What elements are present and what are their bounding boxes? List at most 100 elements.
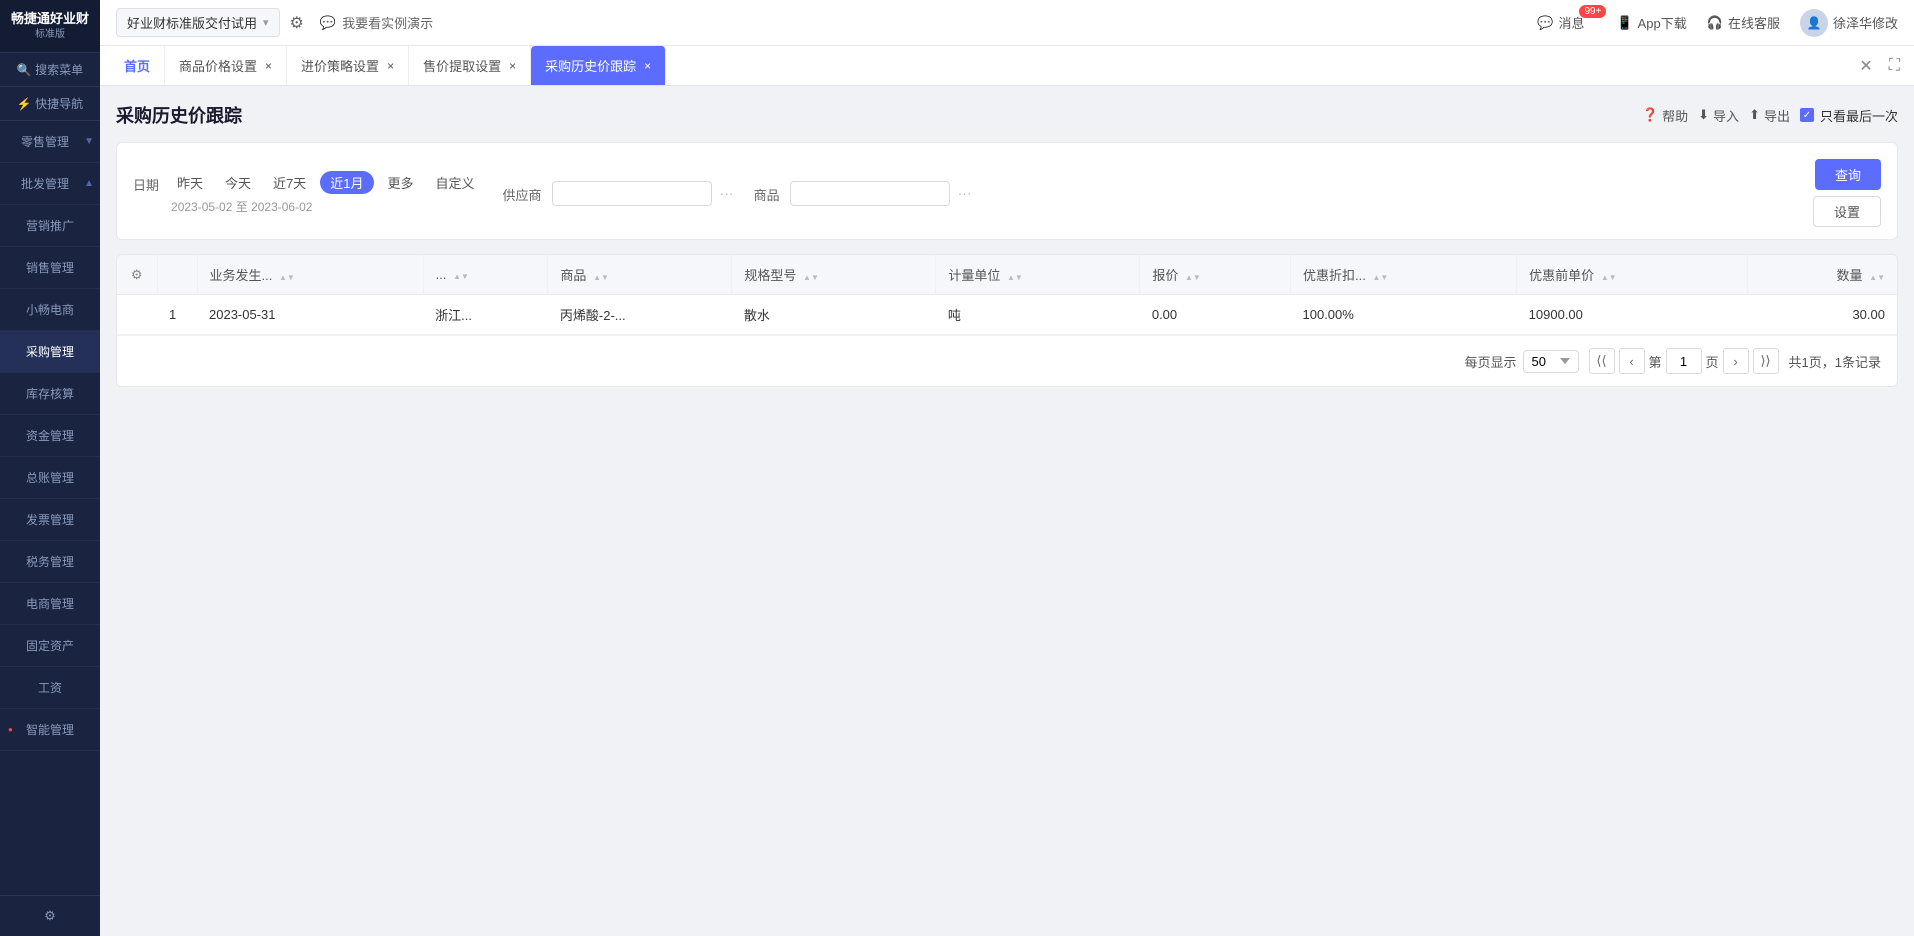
sidebar-item-sales[interactable]: 销售管理	[0, 247, 100, 289]
cell-no: 1	[157, 295, 197, 335]
supplier-more-icon[interactable]: ···	[720, 185, 734, 201]
content-area: 采购历史价跟踪 ❓ 帮助 ⬇ 导入 ⬆ 导出 ✓ 只看最后一次	[100, 86, 1914, 936]
online-service-button[interactable]: 🎧 在线客服	[1707, 13, 1780, 32]
th-discount[interactable]: 优惠折扣... ▲▼	[1291, 255, 1517, 295]
settings-button[interactable]: 设置	[1813, 196, 1881, 227]
filter-supplier-group: 供应商 ···	[503, 181, 734, 206]
th-unit[interactable]: 计量单位 ▲▼	[936, 255, 1140, 295]
sidebar-item-capital[interactable]: 资金管理	[0, 415, 100, 457]
date-btn-7days[interactable]: 近7天	[265, 171, 314, 194]
checkbox-icon: ✓	[1800, 108, 1814, 122]
date-btn-1month[interactable]: 近1月	[320, 171, 373, 194]
sidebar-item-inventory[interactable]: 库存核算	[0, 373, 100, 415]
sidebar-item-tax[interactable]: 税务管理	[0, 541, 100, 583]
th-no	[157, 255, 197, 295]
sidebar-item-invoice[interactable]: 发票管理	[0, 499, 100, 541]
close-icon[interactable]: ×	[509, 59, 516, 73]
last-page-button[interactable]: ⟩⟩	[1753, 348, 1779, 374]
sidebar-salary-label: 工资	[6, 679, 94, 696]
online-service-label: 在线客服	[1728, 13, 1780, 32]
sidebar-item-purchase[interactable]: 采购管理	[0, 331, 100, 373]
query-button[interactable]: 查询	[1815, 159, 1881, 190]
th-spec-label: 规格型号	[744, 268, 796, 283]
close-icon[interactable]: ×	[387, 59, 394, 73]
sidebar-settings-button[interactable]: ⚙	[0, 895, 100, 936]
message-button[interactable]: 💬 消息 99+	[1537, 13, 1596, 32]
th-quote[interactable]: 报价 ▲▼	[1140, 255, 1291, 295]
import-button[interactable]: ⬇ 导入	[1698, 106, 1739, 125]
phone-icon: 📱	[1616, 15, 1632, 31]
only-last-checkbox[interactable]: ✓ 只看最后一次	[1800, 106, 1898, 125]
sidebar-item-ecommerce-small[interactable]: 小畅电商	[0, 289, 100, 331]
user-menu[interactable]: 👤 徐泽华修改	[1800, 9, 1898, 37]
th-qty-label: 数量	[1837, 268, 1863, 283]
topbar-settings-icon[interactable]: ⚙	[290, 13, 304, 33]
sidebar-item-retail[interactable]: 零售管理 ▼	[0, 121, 100, 163]
th-qty[interactable]: 数量 ▲▼	[1747, 255, 1897, 295]
sidebar-item-assets[interactable]: 固定资产	[0, 625, 100, 667]
close-all-icon[interactable]: ✕	[1855, 52, 1876, 80]
date-btn-more[interactable]: 更多	[380, 171, 422, 194]
sort-icon: ▲▼	[593, 273, 609, 282]
tab-history[interactable]: 采购历史价跟踪 ×	[531, 46, 666, 85]
date-btn-today[interactable]: 今天	[217, 171, 259, 194]
close-icon[interactable]: ×	[265, 59, 272, 73]
sidebar-item-ecommerce[interactable]: 电商管理	[0, 583, 100, 625]
th-spec[interactable]: 规格型号 ▲▼	[732, 255, 936, 295]
quicknav-icon: ⚡	[17, 97, 32, 111]
sidebar-item-marketing[interactable]: 营销推广	[0, 205, 100, 247]
goods-input[interactable]	[790, 181, 950, 206]
th-date[interactable]: 业务发生... ▲▼	[197, 255, 423, 295]
demo-link[interactable]: 💬 我要看实例演示	[320, 13, 433, 32]
cell-discount: 100.00%	[1291, 295, 1517, 335]
sidebar-item-quicknav[interactable]: ⚡ 快捷导航	[0, 87, 100, 121]
sidebar: 畅捷通好业财 标准版 🔍 搜索菜单 ⚡ 快捷导航 零售管理 ▼ 批发管理 ▲ 营…	[0, 0, 100, 936]
sort-icon: ▲▼	[1372, 273, 1388, 282]
th-price[interactable]: 优惠前单价 ▲▼	[1517, 255, 1748, 295]
th-price-label: 优惠前单价	[1529, 268, 1594, 283]
tab-strategy[interactable]: 进价策略设置 ×	[287, 46, 409, 85]
sort-icon: ▲▼	[1007, 273, 1023, 282]
per-page-label: 每页显示	[1464, 352, 1516, 371]
next-page-button[interactable]: ›	[1723, 348, 1749, 374]
supplier-input[interactable]	[552, 181, 712, 206]
first-page-button[interactable]: ⟨⟨	[1589, 348, 1615, 374]
sidebar-item-wholesale[interactable]: 批发管理 ▲	[0, 163, 100, 205]
tab-home[interactable]: 首页	[110, 46, 165, 85]
sidebar-smart-label: 智能管理	[6, 721, 94, 738]
sidebar-item-ledger[interactable]: 总账管理	[0, 457, 100, 499]
date-btn-yesterday[interactable]: 昨天	[169, 171, 211, 194]
help-button[interactable]: ❓ 帮助	[1642, 106, 1688, 125]
version-select[interactable]: 好业财标准版交付试用 ▾	[116, 8, 280, 37]
headset-icon: 🎧	[1707, 15, 1723, 31]
th-extra[interactable]: ... ▲▼	[423, 255, 548, 295]
prev-page-button[interactable]: ‹	[1619, 348, 1645, 374]
app-download-button[interactable]: 📱 App下载	[1616, 13, 1686, 32]
tab-sale-price[interactable]: 售价提取设置 ×	[409, 46, 531, 85]
tab-home-label: 首页	[124, 56, 150, 75]
sort-icon: ▲▼	[279, 273, 295, 282]
tab-price[interactable]: 商品价格设置 ×	[165, 46, 287, 85]
goods-more-icon[interactable]: ···	[958, 185, 972, 201]
export-button[interactable]: ⬆ 导出	[1749, 106, 1790, 125]
gear-icon: ⚙	[290, 15, 304, 32]
user-name: 徐泽华修改	[1833, 13, 1898, 32]
th-goods[interactable]: 商品 ▲▼	[548, 255, 732, 295]
expand-icon[interactable]: ⛶	[1885, 53, 1904, 79]
sidebar-quicknav-label: 快捷导航	[35, 97, 83, 111]
page-input[interactable]	[1666, 348, 1702, 374]
page-nav: ⟨⟨ ‹ 第 页 › ⟩⟩	[1589, 348, 1779, 374]
sidebar-item-smart[interactable]: 智能管理	[0, 709, 100, 751]
version-label: 好业财标准版交付试用	[127, 13, 257, 32]
th-gear[interactable]: ⚙	[117, 255, 157, 295]
close-icon[interactable]: ×	[644, 59, 651, 73]
sidebar-item-salary[interactable]: 工资	[0, 667, 100, 709]
date-buttons: 昨天 今天 近7天 近1月 更多 自定义	[169, 171, 483, 194]
logo-main: 畅捷通好业财	[8, 10, 92, 28]
date-btn-custom[interactable]: 自定义	[428, 171, 483, 194]
per-page-dropdown[interactable]: 20 50 100 200	[1523, 350, 1579, 373]
message-icon: 💬	[1537, 15, 1553, 31]
sidebar-item-search[interactable]: 🔍 搜索菜单	[0, 53, 100, 87]
cell-spec: 散水	[732, 295, 936, 335]
sort-icon: ▲▼	[1601, 273, 1617, 282]
